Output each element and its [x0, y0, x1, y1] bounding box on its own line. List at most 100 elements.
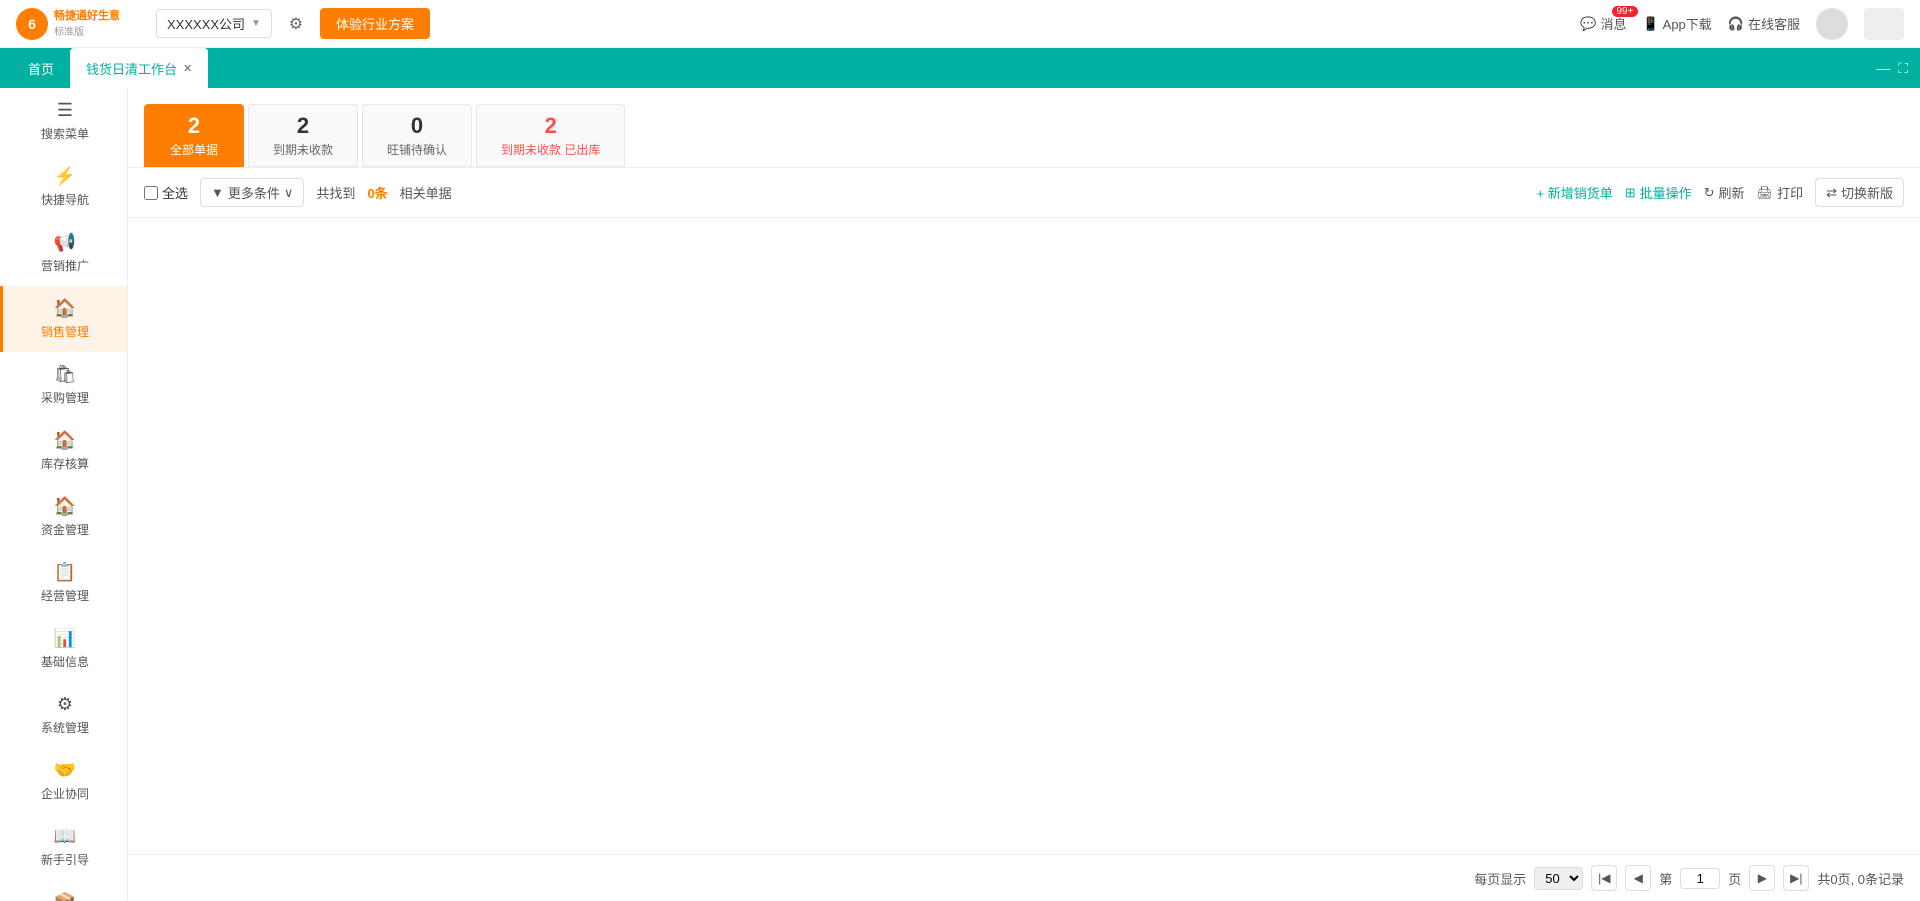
- app-label: App下载: [1663, 14, 1712, 33]
- page-size-prefix: 每页显示: [1474, 869, 1526, 888]
- sidebar-item-basic-info[interactable]: 📊 基础信息: [0, 616, 127, 682]
- sidebar-item-label: 搜索菜单: [41, 125, 89, 142]
- page-number-input[interactable]: [1680, 868, 1720, 889]
- refresh-button[interactable]: ↻ 刷新: [1704, 183, 1745, 202]
- operations-icon: 📋: [54, 562, 76, 583]
- avatar[interactable]: [1816, 8, 1848, 40]
- marketing-icon: 📢: [54, 232, 76, 253]
- batch-label: 批量操作: [1640, 183, 1692, 202]
- next-page-button[interactable]: ▶: [1749, 865, 1775, 891]
- sub-tab-wangpu-label: 旺铺待确认: [387, 141, 447, 158]
- user-menu[interactable]: [1864, 8, 1904, 40]
- tab-minimize-icon[interactable]: —: [1876, 60, 1890, 76]
- basic-info-icon: 📊: [54, 628, 76, 649]
- sidebar-item-marketing[interactable]: 📢 营销推广: [0, 220, 127, 286]
- sub-tab-all-count: 2: [188, 113, 200, 139]
- sidebar-item-purchase[interactable]: 🛍 采购管理: [0, 352, 127, 418]
- header-right: 💬 消息 99+ 📱 App下载 🎧 在线客服: [1580, 8, 1904, 40]
- app-center-icon: 📦: [54, 892, 76, 901]
- message-button[interactable]: 💬 消息 99+: [1580, 14, 1626, 33]
- page-size-select[interactable]: 50: [1534, 867, 1583, 890]
- logo-sub: 标准版: [54, 23, 120, 38]
- sidebar-item-label: 基础信息: [41, 653, 89, 670]
- sidebar-item-finance[interactable]: 🏠 资金管理: [0, 484, 127, 550]
- last-page-button[interactable]: ▶|: [1783, 865, 1809, 891]
- found-count: 0条: [367, 183, 387, 202]
- sidebar-item-inventory[interactable]: 🏠 库存核算: [0, 418, 127, 484]
- sidebar-item-label: 营销推广: [41, 257, 89, 274]
- page-prefix: 第: [1659, 869, 1672, 888]
- sub-tabs-row: 2 全部单据 2 到期未收款 0 旺铺待确认 2 到期未收款 已出库: [144, 104, 1904, 167]
- more-filter-button[interactable]: ▼ 更多条件 ∨: [200, 178, 304, 207]
- company-selector[interactable]: XXXXXX公司 ▼: [156, 9, 272, 38]
- sub-tab-wangpu-count: 0: [411, 113, 423, 139]
- service-icon: 🎧: [1728, 16, 1744, 32]
- sidebar-item-system[interactable]: ⚙ 系统管理: [0, 682, 127, 748]
- sidebar-item-label: 采购管理: [41, 389, 89, 406]
- sidebar-item-quick-nav[interactable]: ⚡ 快捷导航: [0, 154, 127, 220]
- logo-icon: 6: [16, 8, 48, 40]
- top-header: 6 畅捷通好生意 标准版 XXXXXX公司 ▼ ⚙ 体验行业方案 💬 消息 99…: [0, 0, 1920, 48]
- settings-button[interactable]: ⚙: [280, 8, 312, 40]
- sidebar-item-search[interactable]: ☰ 搜索菜单: [0, 88, 127, 154]
- sub-tabs: 2 全部单据 2 到期未收款 0 旺铺待确认 2 到期未收款 已出库: [128, 88, 1920, 168]
- tab-home[interactable]: 首页: [12, 48, 70, 88]
- toolbar-right: + 新增销货单 ⊞ 批量操作 ↻ 刷新 🖨 打印 ⇄ 切换新版: [1536, 178, 1904, 207]
- sidebar-item-operations[interactable]: 📋 经营管理: [0, 550, 127, 616]
- sub-tab-all[interactable]: 2 全部单据: [144, 104, 244, 167]
- sidebar-item-sales[interactable]: 🏠 销售管理: [0, 286, 127, 352]
- inventory-icon: 🏠: [54, 430, 76, 451]
- switch-icon: ⇄: [1826, 185, 1837, 201]
- sub-tab-overdue-count: 2: [297, 113, 309, 139]
- service-label: 在线客服: [1748, 14, 1800, 33]
- enterprise-icon: 🤝: [54, 760, 76, 781]
- sub-tab-unshipped-label: 到期未收款 已出库: [501, 141, 600, 158]
- sub-tab-overdue-label: 到期未收款: [273, 141, 333, 158]
- sub-tab-wangpu[interactable]: 0 旺铺待确认: [362, 104, 472, 167]
- sidebar-item-label: 库存核算: [41, 455, 89, 472]
- filter-icon: ▼: [211, 185, 224, 200]
- print-icon: 🖨: [1757, 185, 1774, 201]
- sidebar-item-label: 系统管理: [41, 719, 89, 736]
- sidebar-item-label: 销售管理: [41, 323, 89, 340]
- sub-tab-overdue-uncollected[interactable]: 2 到期未收款: [248, 104, 358, 167]
- switch-version-button[interactable]: ⇄ 切换新版: [1815, 178, 1904, 207]
- sidebar-item-enterprise[interactable]: 🤝 企业协同: [0, 748, 127, 814]
- sidebar-item-app-center[interactable]: 📦 应用中心: [0, 880, 127, 901]
- message-icon: 💬: [1580, 16, 1596, 32]
- company-name: XXXXXX公司: [167, 14, 245, 33]
- new-sales-order-button[interactable]: + 新增销货单: [1536, 183, 1612, 202]
- tab-cashflow[interactable]: 钱货日清工作台 ✕: [70, 48, 208, 88]
- tab-close-icon[interactable]: ✕: [183, 62, 192, 75]
- logo-text: 畅捷通好生意: [54, 9, 120, 23]
- sidebar-item-label: 新手引导: [41, 851, 89, 868]
- search-menu-icon: ☰: [57, 100, 73, 121]
- toolbar: 全选 ▼ 更多条件 ∨ 共找到 0条 相关单据 + 新增销货单 ⊞ 批量操作 ↻: [128, 168, 1920, 218]
- page-suffix: 页: [1728, 869, 1741, 888]
- main-layout: ☰ 搜索菜单 ⚡ 快捷导航 📢 营销推广 🏠 销售管理 🛍 采购管理 🏠 库存核…: [0, 88, 1920, 901]
- finance-icon: 🏠: [54, 496, 76, 517]
- app-download-button[interactable]: 📱 App下载: [1642, 14, 1711, 33]
- tab-bar: 首页 钱货日清工作台 ✕ — ⛶: [0, 48, 1920, 88]
- print-button[interactable]: 🖨 打印: [1757, 183, 1804, 202]
- filter-label: 更多条件: [228, 183, 280, 202]
- sidebar-item-guide[interactable]: 📖 新手引导: [0, 814, 127, 880]
- sidebar-item-label: 资金管理: [41, 521, 89, 538]
- tab-bar-right: — ⛶: [1876, 60, 1908, 77]
- batch-operation-button[interactable]: ⊞ 批量操作: [1625, 183, 1692, 202]
- filter-chevron-icon: ∨: [284, 185, 294, 201]
- switch-label: 切换新版: [1841, 183, 1893, 202]
- sub-tab-overdue-unshipped[interactable]: 2 到期未收款 已出库: [476, 104, 625, 167]
- quick-nav-icon: ⚡: [54, 166, 76, 187]
- total-info: 共0页, 0条记录: [1817, 869, 1904, 888]
- tab-expand-icon[interactable]: ⛶: [1898, 60, 1908, 77]
- select-all-checkbox[interactable]: [144, 186, 158, 200]
- table-area: [128, 218, 1920, 854]
- select-all-label: 全选: [162, 183, 188, 202]
- try-industry-button[interactable]: 体验行业方案: [320, 8, 430, 39]
- sidebar-item-label: 企业协同: [41, 785, 89, 802]
- prev-page-button[interactable]: ◀: [1625, 865, 1651, 891]
- online-service-button[interactable]: 🎧 在线客服: [1728, 14, 1800, 33]
- tab-home-label: 首页: [28, 59, 54, 78]
- first-page-button[interactable]: |◀: [1591, 865, 1617, 891]
